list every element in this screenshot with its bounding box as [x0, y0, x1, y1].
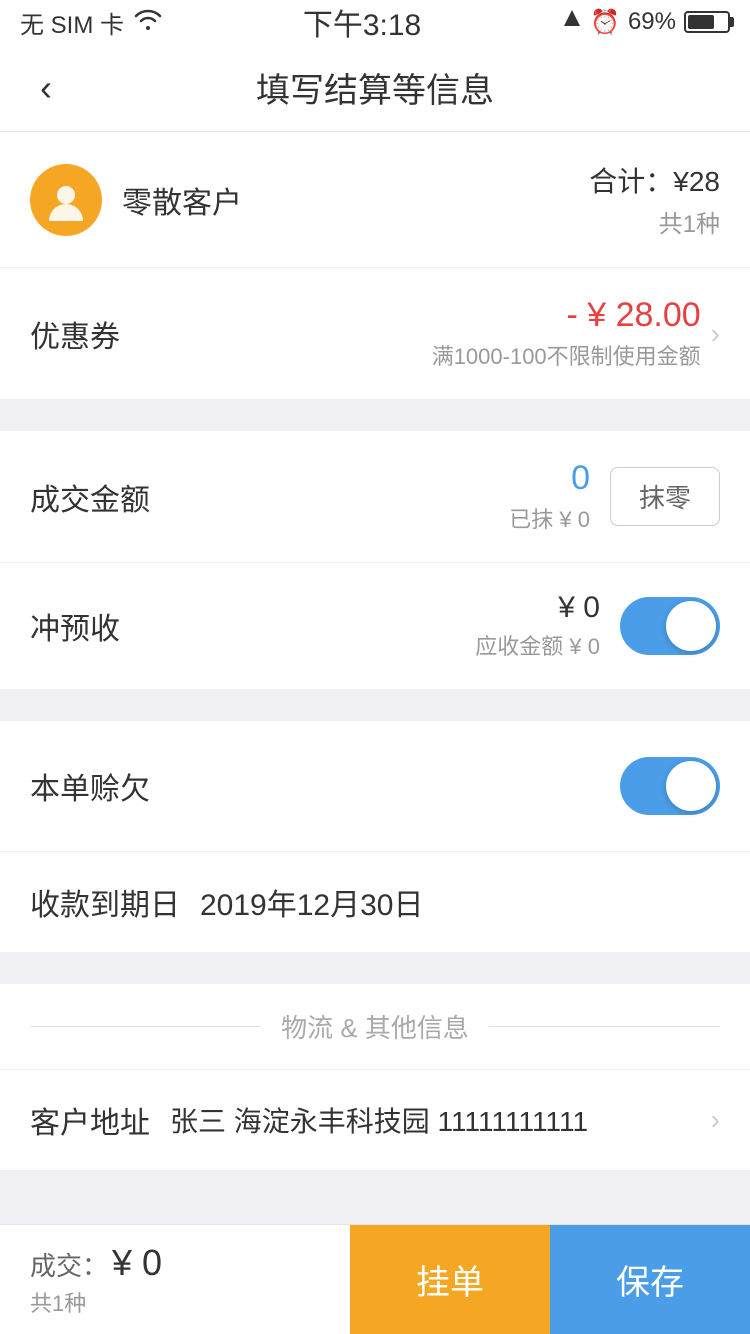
location-icon — [562, 8, 582, 37]
bottom-bar: 成交： ¥ 0 共1种 挂单 保存 — [0, 1224, 750, 1334]
bottom-deal-amount: ¥ 0 — [112, 1242, 162, 1284]
prepayment-row: 冲预收 ¥ 0 应收金额 ¥ 0 — [0, 562, 750, 689]
coupon-description: 满1000-100不限制使用金额 — [432, 339, 701, 371]
customer-total: 合计：¥28 — [589, 160, 720, 200]
customer-right: 合计：¥28 共1种 — [589, 160, 720, 239]
section-divider-1 — [0, 415, 750, 431]
customer-count: 共1种 — [589, 204, 720, 239]
nav-bar: ‹ 填写结算等信息 — [0, 44, 750, 132]
address-label: 客户地址 — [30, 1098, 150, 1142]
bottom-summary: 成交： ¥ 0 共1种 — [0, 1242, 350, 1318]
logistics-line-right — [489, 1026, 720, 1027]
prepayment-label: 冲预收 — [30, 604, 120, 648]
deal-amount-row: 成交金额 0 已抹 ¥ 0 抹零 — [0, 431, 750, 562]
address-row[interactable]: 客户地址 张三 海淀永丰科技园 11111111111 › — [0, 1069, 750, 1170]
credit-label: 本单赊欠 — [30, 764, 150, 808]
coupon-label: 优惠券 — [30, 312, 120, 356]
deal-amount-label: 成交金额 — [30, 475, 150, 519]
wifi-icon — [134, 8, 162, 37]
bottom-deal-label: 成交： — [30, 1246, 108, 1283]
logistics-section: 物流 & 其他信息 客户地址 张三 海淀永丰科技园 11111111111 › — [0, 984, 750, 1170]
credit-toggle-knob — [666, 761, 716, 811]
save-button[interactable]: 保存 — [550, 1225, 750, 1334]
deal-prepay-section: 成交金额 0 已抹 ¥ 0 抹零 冲预收 ¥ 0 应收金额 ¥ 0 — [0, 431, 750, 689]
page-title: 填写结算等信息 — [256, 63, 494, 112]
customer-section: 零散客户 合计：¥28 共1种 优惠券 - ¥ 28.00 满1000-100不… — [0, 132, 750, 399]
chevron-right-icon: › — [711, 318, 720, 350]
due-date-value: 2019年12月30日 — [200, 880, 423, 924]
address-value: 张三 海淀永丰科技园 11111111111 — [170, 1100, 711, 1140]
content: 零散客户 合计：¥28 共1种 优惠券 - ¥ 28.00 满1000-100不… — [0, 132, 750, 1306]
status-left: 无 SIM 卡 — [20, 5, 162, 40]
back-button[interactable]: ‹ — [30, 57, 62, 119]
deal-sub-text: 已抹 ¥ 0 — [509, 502, 590, 534]
logistics-line-left — [30, 1026, 261, 1027]
avatar — [30, 164, 102, 236]
carrier-text: 无 SIM 卡 — [20, 5, 124, 40]
round-off-button[interactable]: 抹零 — [610, 467, 720, 526]
toggle-knob — [666, 601, 716, 651]
logistics-label: 物流 & 其他信息 — [281, 1008, 469, 1045]
deal-amount-value[interactable]: 0 — [509, 459, 590, 498]
prepay-amount: ¥ 0 — [475, 591, 600, 625]
logistics-header: 物流 & 其他信息 — [0, 984, 750, 1069]
status-bar: 无 SIM 卡 下午3:18 ⏰ 69% — [0, 0, 750, 44]
status-time: 下午3:18 — [303, 0, 421, 44]
prepayment-toggle[interactable] — [620, 597, 720, 655]
customer-left: 零散客户 — [30, 164, 242, 236]
address-chevron-icon: › — [711, 1104, 720, 1136]
section-divider-3 — [0, 968, 750, 984]
prepay-value: ¥ 0 应收金额 ¥ 0 — [475, 591, 600, 661]
prepay-right: ¥ 0 应收金额 ¥ 0 — [475, 591, 720, 661]
coupon-right: - ¥ 28.00 满1000-100不限制使用金额 › — [432, 296, 720, 371]
credit-toggle[interactable] — [620, 757, 720, 815]
due-date-label: 收款到期日 — [30, 880, 180, 924]
coupon-value: - ¥ 28.00 满1000-100不限制使用金额 — [432, 296, 701, 371]
prepay-sub: 应收金额 ¥ 0 — [475, 629, 600, 661]
deal-value: 0 已抹 ¥ 0 — [509, 459, 590, 534]
status-right: ⏰ 69% — [562, 8, 730, 37]
section-divider-2 — [0, 705, 750, 721]
credit-row: 本单赊欠 — [0, 721, 750, 851]
due-date-row[interactable]: 收款到期日 2019年12月30日 — [0, 851, 750, 952]
bottom-deal-count: 共1种 — [30, 1286, 320, 1318]
coupon-amount: - ¥ 28.00 — [432, 296, 701, 335]
deal-right: 0 已抹 ¥ 0 抹零 — [509, 459, 720, 534]
battery-percent: 69% — [628, 8, 676, 36]
customer-name: 零散客户 — [122, 178, 242, 222]
credit-section: 本单赊欠 收款到期日 2019年12月30日 — [0, 721, 750, 952]
pending-button[interactable]: 挂单 — [350, 1225, 550, 1334]
customer-row: 零散客户 合计：¥28 共1种 — [0, 132, 750, 267]
alarm-icon: ⏰ — [590, 8, 620, 37]
battery-icon — [684, 11, 730, 33]
coupon-row[interactable]: 优惠券 - ¥ 28.00 满1000-100不限制使用金额 › — [0, 267, 750, 399]
